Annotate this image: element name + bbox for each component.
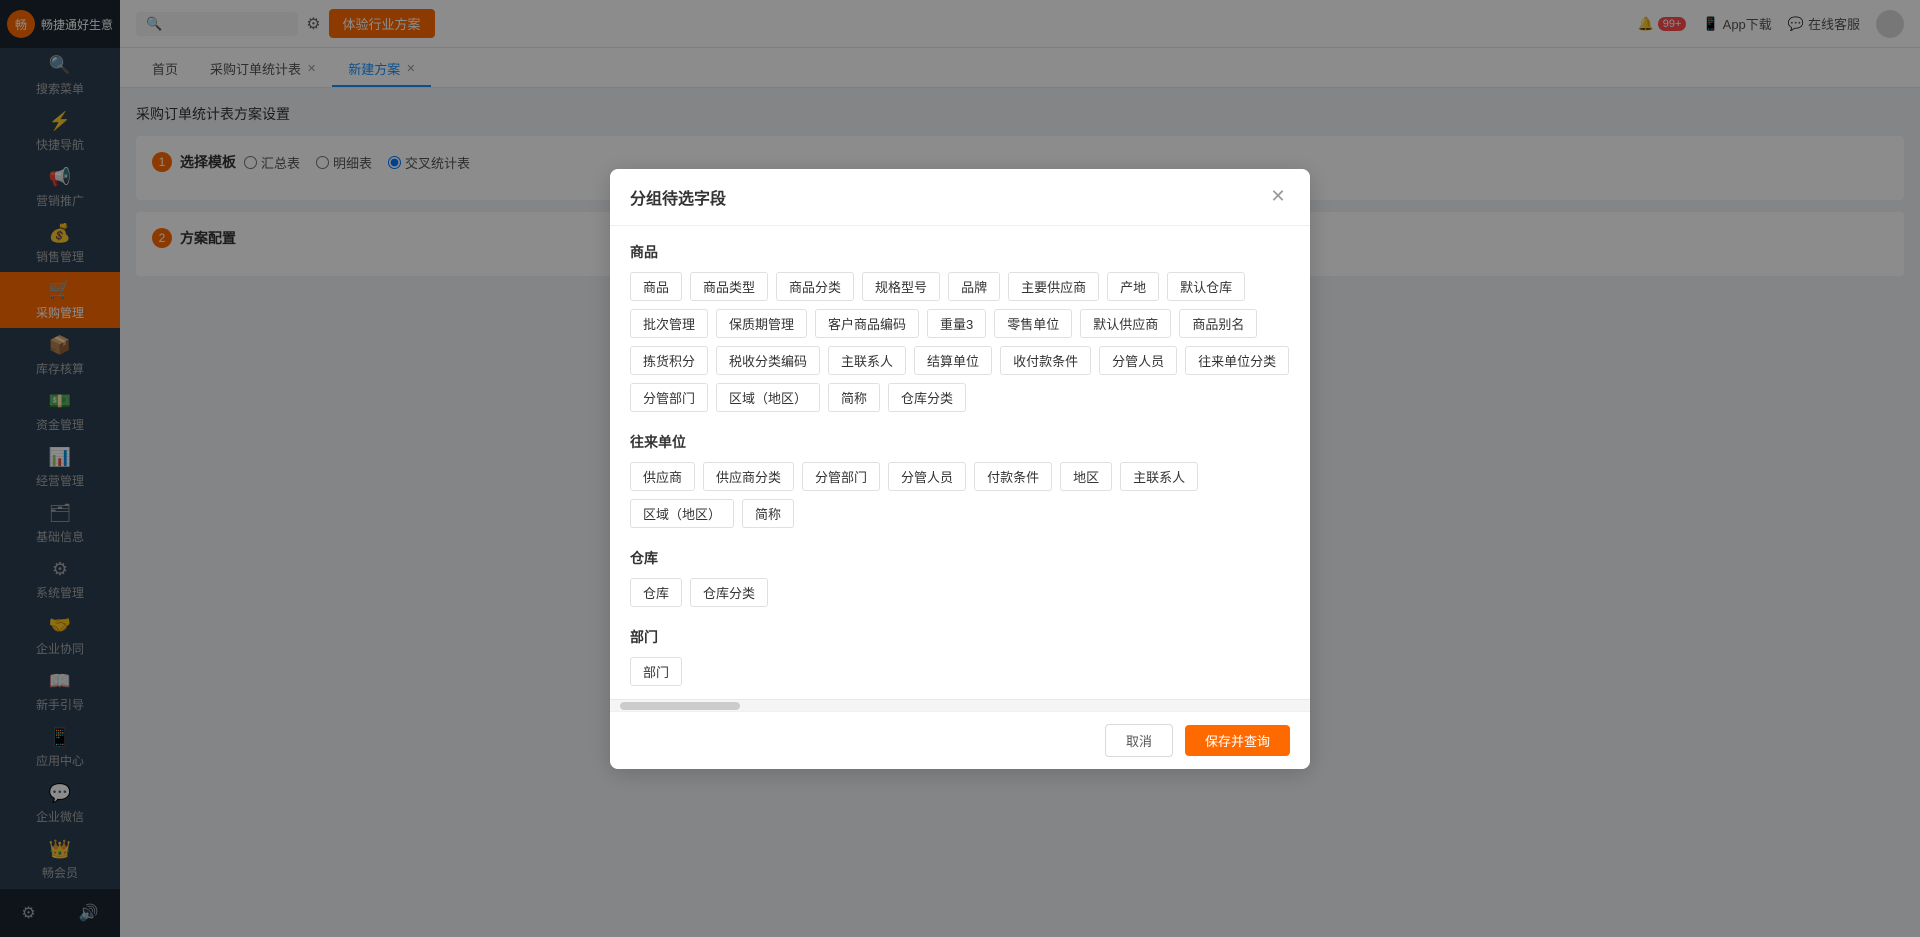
field-tag-区域（地区）[interactable]: 区域（地区） bbox=[716, 383, 820, 412]
field-tag-主联系人[interactable]: 主联系人 bbox=[1120, 462, 1198, 491]
field-tag-地区[interactable]: 地区 bbox=[1060, 462, 1112, 491]
modal-title: 分组待选字段 bbox=[630, 185, 726, 209]
field-tag-往来单位分类[interactable]: 往来单位分类 bbox=[1185, 346, 1289, 375]
field-tag-品牌[interactable]: 品牌 bbox=[948, 272, 1000, 301]
field-tag-客户商品编码[interactable]: 客户商品编码 bbox=[815, 309, 919, 338]
field-tag-分管部门[interactable]: 分管部门 bbox=[630, 383, 708, 412]
field-tag-仓库[interactable]: 仓库 bbox=[630, 578, 682, 607]
field-tag-商品[interactable]: 商品 bbox=[630, 272, 682, 301]
field-tag-主联系人[interactable]: 主联系人 bbox=[828, 346, 906, 375]
field-select-modal: 分组待选字段 ✕ 商品商品商品类型商品分类规格型号品牌主要供应商产地默认仓库批次… bbox=[610, 169, 1310, 769]
field-tag-区域（地区）[interactable]: 区域（地区） bbox=[630, 499, 734, 528]
modal-header: 分组待选字段 ✕ bbox=[610, 169, 1310, 226]
field-tag-零售单位[interactable]: 零售单位 bbox=[994, 309, 1072, 338]
field-tag-产地[interactable]: 产地 bbox=[1107, 272, 1159, 301]
field-tag-批次管理[interactable]: 批次管理 bbox=[630, 309, 708, 338]
field-tag-商品别名[interactable]: 商品别名 bbox=[1179, 309, 1257, 338]
field-tag-结算单位[interactable]: 结算单位 bbox=[914, 346, 992, 375]
modal-overlay: 分组待选字段 ✕ 商品商品商品类型商品分类规格型号品牌主要供应商产地默认仓库批次… bbox=[0, 0, 1920, 937]
field-tag-供应商分类[interactable]: 供应商分类 bbox=[703, 462, 794, 491]
field-tag-分管人员[interactable]: 分管人员 bbox=[1099, 346, 1177, 375]
modal-footer: 取消 保存并查询 bbox=[610, 711, 1310, 769]
field-tag-默认供应商[interactable]: 默认供应商 bbox=[1080, 309, 1171, 338]
field-tag-商品分类[interactable]: 商品分类 bbox=[776, 272, 854, 301]
field-tag-简称[interactable]: 简称 bbox=[742, 499, 794, 528]
field-tags-仓库: 仓库仓库分类 bbox=[630, 578, 1290, 607]
field-tags-部门: 部门 bbox=[630, 657, 1290, 686]
field-tag-商品类型[interactable]: 商品类型 bbox=[690, 272, 768, 301]
field-tag-仓库分类[interactable]: 仓库分类 bbox=[888, 383, 966, 412]
field-tag-仓库分类[interactable]: 仓库分类 bbox=[690, 578, 768, 607]
field-tag-分管人员[interactable]: 分管人员 bbox=[888, 462, 966, 491]
field-tag-保质期管理[interactable]: 保质期管理 bbox=[716, 309, 807, 338]
section-title-仓库: 仓库 bbox=[630, 548, 1290, 568]
field-tag-分管部门[interactable]: 分管部门 bbox=[802, 462, 880, 491]
modal-hscroll-thumb bbox=[620, 702, 740, 710]
modal-close-button[interactable]: ✕ bbox=[1266, 185, 1290, 209]
cancel-button[interactable]: 取消 bbox=[1105, 724, 1173, 757]
section-title-商品: 商品 bbox=[630, 242, 1290, 262]
field-tag-重量3[interactable]: 重量3 bbox=[927, 309, 986, 338]
field-tag-主要供应商[interactable]: 主要供应商 bbox=[1008, 272, 1099, 301]
modal-horizontal-scrollbar[interactable] bbox=[610, 699, 1310, 711]
section-部门: 部门部门 bbox=[630, 627, 1290, 686]
save-query-button[interactable]: 保存并查询 bbox=[1185, 725, 1290, 756]
field-tag-付款条件[interactable]: 付款条件 bbox=[974, 462, 1052, 491]
field-tag-供应商[interactable]: 供应商 bbox=[630, 462, 695, 491]
section-商品: 商品商品商品类型商品分类规格型号品牌主要供应商产地默认仓库批次管理保质期管理客户… bbox=[630, 242, 1290, 412]
section-title-往来单位: 往来单位 bbox=[630, 432, 1290, 452]
field-tag-部门[interactable]: 部门 bbox=[630, 657, 682, 686]
field-tag-规格型号[interactable]: 规格型号 bbox=[862, 272, 940, 301]
field-tags-商品: 商品商品类型商品分类规格型号品牌主要供应商产地默认仓库批次管理保质期管理客户商品… bbox=[630, 272, 1290, 412]
section-往来单位: 往来单位供应商供应商分类分管部门分管人员付款条件地区主联系人区域（地区） 简称 bbox=[630, 432, 1290, 528]
field-tag-拣货积分[interactable]: 拣货积分 bbox=[630, 346, 708, 375]
field-tags-往来单位: 供应商供应商分类分管部门分管人员付款条件地区主联系人区域（地区） 简称 bbox=[630, 462, 1290, 528]
field-tag-收付款条件[interactable]: 收付款条件 bbox=[1000, 346, 1091, 375]
field-tag-税收分类编码[interactable]: 税收分类编码 bbox=[716, 346, 820, 375]
modal-body: 商品商品商品类型商品分类规格型号品牌主要供应商产地默认仓库批次管理保质期管理客户… bbox=[610, 226, 1310, 699]
section-仓库: 仓库仓库仓库分类 bbox=[630, 548, 1290, 607]
field-tag-简称[interactable]: 简称 bbox=[828, 383, 880, 412]
section-title-部门: 部门 bbox=[630, 627, 1290, 647]
field-tag-默认仓库[interactable]: 默认仓库 bbox=[1167, 272, 1245, 301]
